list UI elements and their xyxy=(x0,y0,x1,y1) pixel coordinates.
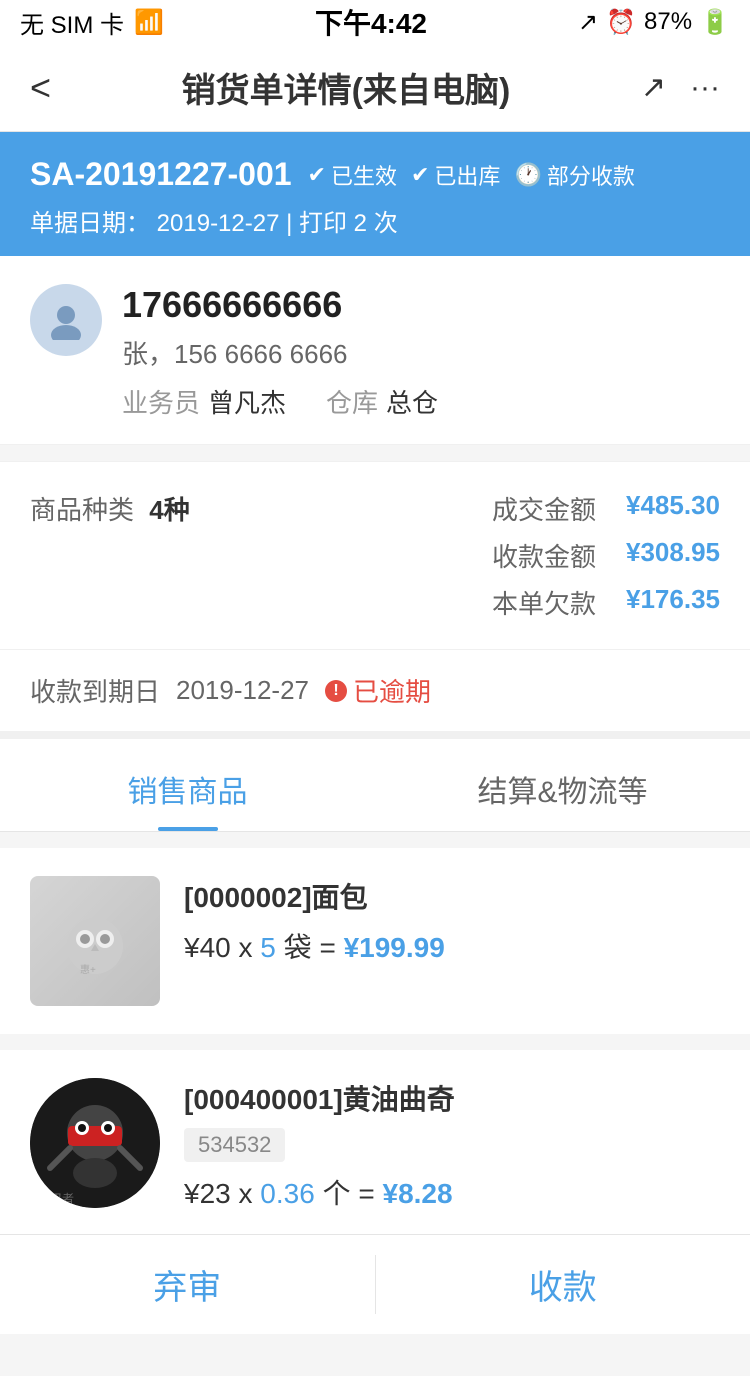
product-1-image: 惠+ xyxy=(30,876,160,1006)
product-2-formula: ¥23 x 0.36 个 = ¥8.28 xyxy=(184,1172,720,1212)
due-date-value: 2019-12-27 xyxy=(176,675,309,706)
svg-text:忍者: 忍者 xyxy=(50,1192,74,1206)
status-partial: 🕐 部分收款 xyxy=(514,159,634,191)
category-stat: 商品种类 4种 xyxy=(30,490,190,527)
status-bar-left: 无 SIM 卡 📶 xyxy=(20,5,164,40)
order-header: SA-20191227-001 ✔ 已生效 ✔ 已出库 🕐 部分收款 单据日期：… xyxy=(0,132,750,256)
deal-amount-value: ¥485.30 xyxy=(626,490,720,527)
product-1-formula: ¥40 x 5 袋 = ¥199.99 xyxy=(184,926,720,966)
product-list: 惠+ [0000002]面包 ¥40 x 5 袋 = ¥199.99 xyxy=(0,848,750,1240)
warehouse-label: 仓库 xyxy=(326,383,378,420)
order-id: SA-20191227-001 xyxy=(30,156,292,193)
product-2-total: ¥8.28 xyxy=(383,1178,453,1209)
overdue-dot-icon: ! xyxy=(325,680,347,702)
back-button[interactable]: < xyxy=(30,67,51,109)
amount-stats: 成交金额 ¥485.30 收款金额 ¥308.95 本单欠款 ¥176.35 xyxy=(492,490,720,621)
warehouse-info: 仓库 总仓 xyxy=(326,383,438,420)
product-1-price: ¥40 xyxy=(184,932,231,963)
product-1-qty: 5 xyxy=(260,932,276,963)
status-bar-right: ↗ ⏰ 87% 🔋 xyxy=(578,8,730,37)
due-section: 收款到期日 2019-12-27 ! 已逾期 xyxy=(0,650,750,739)
status-bar: 无 SIM 卡 📶 下午4:42 ↗ ⏰ 87% 🔋 xyxy=(0,0,750,44)
check-icon-1: ✔ xyxy=(308,162,326,188)
product-2-info: [000400001]黄油曲奇 534532 ¥23 x 0.36 个 = ¥8… xyxy=(184,1078,720,1212)
product-2-qty: 0.36 xyxy=(260,1178,315,1209)
product-item: 忍者 [000400001]黄油曲奇 534532 ¥23 x 0.36 个 =… xyxy=(0,1050,750,1240)
category-label: 商品种类 xyxy=(30,495,134,525)
location-icon: ↗ xyxy=(578,8,598,37)
customer-info: 17666666666 张，156 6666 6666 业务员 曾凡杰 仓库 总… xyxy=(122,284,720,420)
received-row: 收款金额 ¥308.95 xyxy=(492,537,720,574)
tab-settlement-logistics[interactable]: 结算&物流等 xyxy=(375,739,750,831)
clock-icon: 🕐 xyxy=(514,162,541,188)
product-2-name: [000400001]黄油曲奇 xyxy=(184,1078,720,1118)
product-2-equals: = xyxy=(358,1178,382,1209)
product-1-unit: 袋 xyxy=(284,932,312,963)
order-header-row1: SA-20191227-001 ✔ 已生效 ✔ 已出库 🕐 部分收款 xyxy=(30,156,720,193)
stats-section: 商品种类 4种 成交金额 ¥485.30 收款金额 ¥308.95 本单欠款 ¥… xyxy=(0,461,750,650)
status-badges: ✔ 已生效 ✔ 已出库 🕐 部分收款 xyxy=(308,159,635,191)
product-1-total: ¥199.99 xyxy=(344,932,445,963)
status-time: 下午4:42 xyxy=(315,2,427,42)
bottom-bar: 弃审 收款 xyxy=(0,1234,750,1334)
tabs: 销售商品 结算&物流等 xyxy=(0,739,750,832)
avatar xyxy=(30,284,102,356)
category-value: 4种 xyxy=(149,495,189,525)
salesman-value: 曾凡杰 xyxy=(208,383,286,420)
product-1-name: [0000002]面包 xyxy=(184,876,720,916)
status-shipped: ✔ 已出库 xyxy=(411,159,500,191)
tab-sales-products[interactable]: 销售商品 xyxy=(0,739,375,831)
deal-amount-label: 成交金额 xyxy=(492,490,596,527)
share-button[interactable]: ↗ xyxy=(641,70,666,105)
overdue-badge: ! 已逾期 xyxy=(325,672,431,709)
debt-value: ¥176.35 xyxy=(626,584,720,621)
battery-label: 87% xyxy=(644,8,692,36)
customer-id: 17666666666 xyxy=(122,284,720,326)
product-2-image: 忍者 xyxy=(30,1078,160,1208)
warehouse-value: 总仓 xyxy=(386,383,438,420)
check-icon-2: ✔ xyxy=(411,162,429,188)
debt-row: 本单欠款 ¥176.35 xyxy=(492,584,720,621)
customer-section: 17666666666 张，156 6666 6666 业务员 曾凡杰 仓库 总… xyxy=(0,256,750,445)
battery-icon: 🔋 xyxy=(700,8,730,37)
customer-name-phone: 张，156 6666 6666 xyxy=(122,334,720,371)
nav-bar: < 销货单详情(来自电脑) ↗ ··· xyxy=(0,44,750,132)
product-1-equals: = xyxy=(319,932,343,963)
status-effective: ✔ 已生效 xyxy=(308,159,397,191)
received-label: 收款金额 xyxy=(492,537,596,574)
product-2-price: ¥23 xyxy=(184,1178,231,1209)
received-value: ¥308.95 xyxy=(626,537,720,574)
nav-actions: ↗ ··· xyxy=(641,70,720,105)
cancel-button[interactable]: 弃审 xyxy=(0,1235,375,1334)
carrier-label: 无 SIM 卡 xyxy=(20,5,124,40)
product-2-multiply: x xyxy=(239,1178,261,1209)
page-title: 销货单详情(来自电脑) xyxy=(182,63,511,112)
salesman-info: 业务员 曾凡杰 xyxy=(122,383,286,420)
svg-text:惠+: 惠+ xyxy=(80,963,96,976)
debt-label: 本单欠款 xyxy=(492,584,596,621)
customer-meta: 业务员 曾凡杰 仓库 总仓 xyxy=(122,383,720,420)
overdue-label: 已逾期 xyxy=(353,672,431,709)
product-1-placeholder: 惠+ xyxy=(30,876,160,1006)
salesman-label: 业务员 xyxy=(122,383,200,420)
product-2-unit: 个 xyxy=(323,1178,351,1209)
confirm-button[interactable]: 收款 xyxy=(376,1235,750,1334)
order-date: 单据日期： 2019-12-27 | 打印 2 次 xyxy=(30,203,720,238)
product-1-multiply: x xyxy=(239,932,261,963)
product-1-info: [0000002]面包 ¥40 x 5 袋 = ¥199.99 xyxy=(184,876,720,966)
due-date-label: 收款到期日 xyxy=(30,672,160,709)
product-item: 惠+ [0000002]面包 ¥40 x 5 袋 = ¥199.99 xyxy=(0,848,750,1034)
wifi-icon: 📶 xyxy=(134,8,164,37)
more-button[interactable]: ··· xyxy=(690,71,720,105)
alarm-icon: ⏰ xyxy=(606,8,636,37)
deal-amount-row: 成交金额 ¥485.30 xyxy=(492,490,720,527)
product-2-tag: 534532 xyxy=(184,1128,285,1162)
